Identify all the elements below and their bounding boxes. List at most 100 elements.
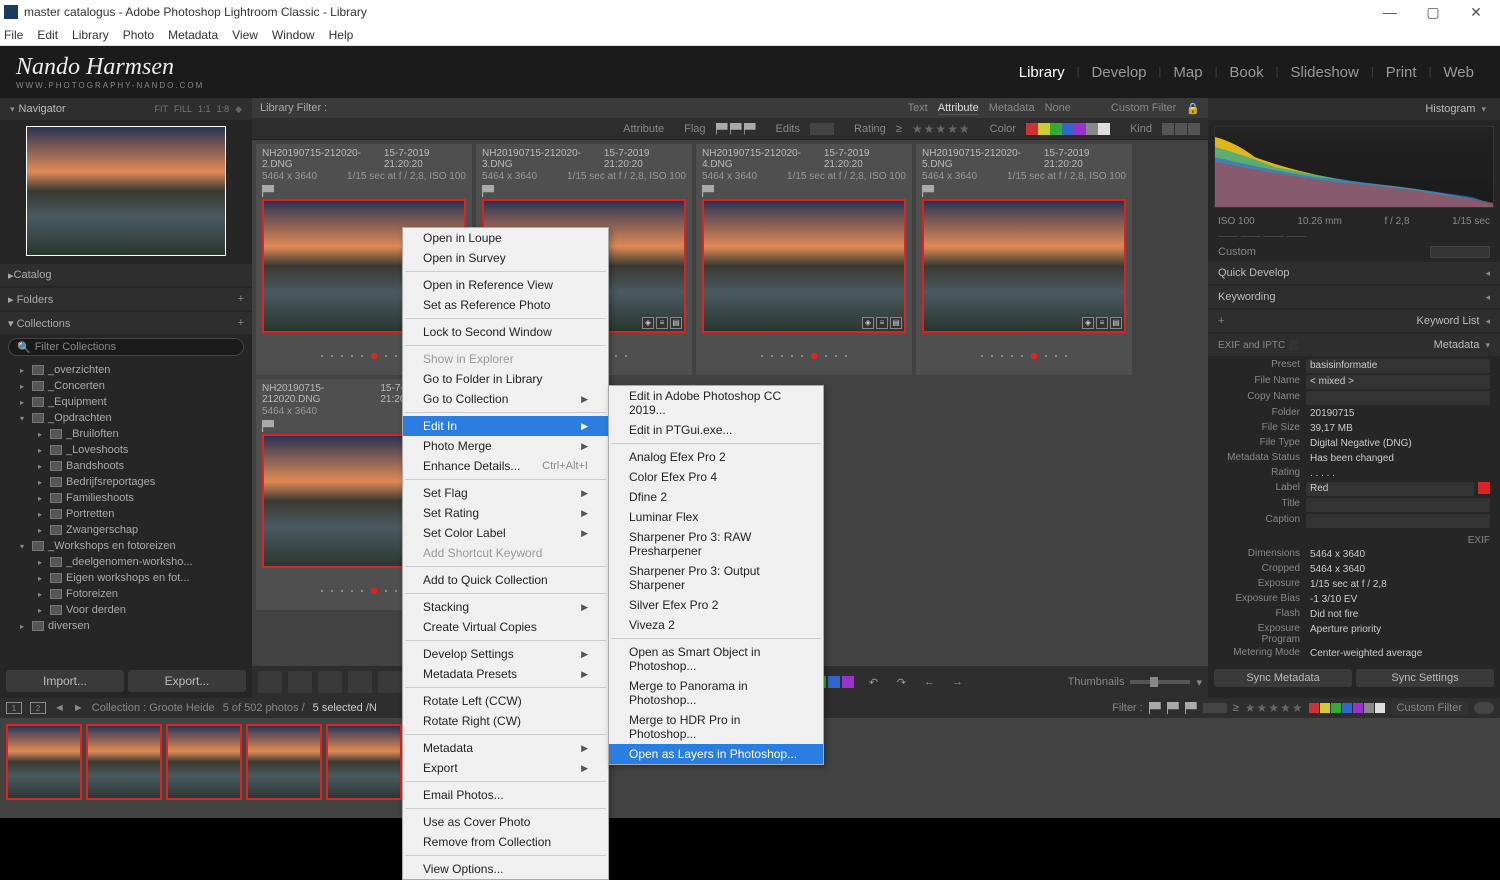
submenu-item[interactable]: Dfine 2 bbox=[609, 487, 823, 507]
quick-develop-preset[interactable]: Custom bbox=[1218, 246, 1256, 258]
custom-filter-dropdown[interactable]: Custom Filter bbox=[1111, 102, 1176, 114]
kind-icons[interactable] bbox=[1162, 123, 1200, 135]
collection-item[interactable]: _overzichten bbox=[0, 362, 252, 378]
collection-item[interactable]: Portretten bbox=[0, 506, 252, 522]
menu-item[interactable]: Remove from Collection bbox=[403, 832, 608, 852]
filmstrip-thumb[interactable] bbox=[246, 724, 322, 800]
menu-item[interactable]: View Options... bbox=[403, 859, 608, 879]
keyword-list-header[interactable]: Keyword List bbox=[1416, 315, 1479, 327]
menu-item[interactable]: Develop Settings▶ bbox=[403, 644, 608, 664]
add-keyword-icon[interactable]: + bbox=[1218, 315, 1224, 327]
menu-item[interactable]: Metadata▶ bbox=[403, 738, 608, 758]
submenu-item[interactable]: Color Efex Pro 4 bbox=[609, 467, 823, 487]
collection-item[interactable]: Eigen workshops en fot... bbox=[0, 570, 252, 586]
loupe-view-icon[interactable] bbox=[288, 671, 312, 693]
menu-item[interactable]: Set Flag▶ bbox=[403, 483, 608, 503]
menu-item[interactable]: Open in Survey bbox=[403, 248, 608, 268]
submenu-item[interactable]: Sharpener Pro 3: Output Sharpener bbox=[609, 561, 823, 595]
compare-view-icon[interactable] bbox=[318, 671, 342, 693]
minimize-icon[interactable]: — bbox=[1370, 4, 1410, 20]
next-icon[interactable]: → bbox=[948, 673, 966, 691]
menu-item[interactable]: Email Photos... bbox=[403, 785, 608, 805]
module-book[interactable]: Book bbox=[1219, 64, 1273, 81]
grid-view-icon[interactable] bbox=[258, 671, 282, 693]
close-icon[interactable]: ✕ bbox=[1456, 4, 1496, 21]
submenu-item[interactable]: Luminar Flex bbox=[609, 507, 823, 527]
filter-collections-input[interactable]: 🔍Filter Collections bbox=[8, 338, 244, 356]
secondary-monitor-icon[interactable]: 2 bbox=[30, 702, 46, 714]
breadcrumb[interactable]: Collection : Groote Heide bbox=[92, 702, 215, 714]
menu-item[interactable]: Show in Explorer bbox=[403, 349, 608, 369]
submenu-item[interactable]: Edit in Adobe Photoshop CC 2019... bbox=[609, 386, 823, 420]
menu-view[interactable]: View bbox=[232, 28, 258, 42]
filter-tab-none[interactable]: None bbox=[1045, 102, 1071, 114]
collections-header[interactable]: ▾ Collections+ bbox=[0, 312, 252, 334]
menu-item[interactable]: Enhance Details...Ctrl+Alt+I bbox=[403, 456, 608, 476]
flag-reject-icon[interactable] bbox=[744, 123, 756, 135]
filmstrip-thumb[interactable] bbox=[6, 724, 82, 800]
menu-file[interactable]: File bbox=[4, 28, 23, 42]
submenu-item[interactable]: Viveza 2 bbox=[609, 615, 823, 635]
menu-window[interactable]: Window bbox=[272, 28, 315, 42]
menu-item[interactable]: Add to Quick Collection bbox=[403, 570, 608, 590]
collection-item[interactable]: Zwangerschap bbox=[0, 522, 252, 538]
metadata-header[interactable]: Metadata bbox=[1434, 339, 1480, 351]
menu-item[interactable]: Export▶ bbox=[403, 758, 608, 778]
menu-item[interactable]: Metadata Presets▶ bbox=[403, 664, 608, 684]
histogram-header[interactable]: Histogram bbox=[1425, 103, 1475, 115]
menu-photo[interactable]: Photo bbox=[123, 28, 154, 42]
fs-filter-toggle-icon[interactable] bbox=[1474, 702, 1494, 714]
menu-item[interactable]: Open in Reference View bbox=[403, 275, 608, 295]
submenu-item[interactable]: Merge to HDR Pro in Photoshop... bbox=[609, 710, 823, 744]
menu-item[interactable]: Set Color Label▶ bbox=[403, 523, 608, 543]
submenu-item[interactable]: Edit in PTGui.exe... bbox=[609, 420, 823, 440]
collection-item[interactable]: _deelgenomen-worksho... bbox=[0, 554, 252, 570]
collection-item[interactable]: _Bruiloften bbox=[0, 426, 252, 442]
menu-item[interactable]: Rotate Left (CCW) bbox=[403, 691, 608, 711]
submenu-item[interactable]: Silver Efex Pro 2 bbox=[609, 595, 823, 615]
menu-item[interactable]: Add Shortcut Keyword bbox=[403, 543, 608, 563]
edits-icon[interactable] bbox=[810, 123, 834, 135]
export-button[interactable]: Export... bbox=[128, 670, 246, 692]
import-button[interactable]: Import... bbox=[6, 670, 124, 692]
submenu-item[interactable]: Open as Smart Object in Photoshop... bbox=[609, 642, 823, 676]
nav-zoom-fit[interactable]: FIT bbox=[155, 104, 169, 115]
prev-icon[interactable]: ← bbox=[920, 673, 938, 691]
collection-item[interactable]: _Concerten bbox=[0, 378, 252, 394]
sync-settings-button[interactable]: Sync Settings bbox=[1356, 669, 1494, 687]
survey-view-icon[interactable] bbox=[348, 671, 372, 693]
module-develop[interactable]: Develop bbox=[1081, 64, 1156, 81]
rating-stars[interactable]: ★★★★★ bbox=[912, 122, 970, 136]
menu-metadata[interactable]: Metadata bbox=[168, 28, 218, 42]
folders-header[interactable]: ▸ Folders+ bbox=[0, 288, 252, 310]
preset-field[interactable]: basisinformatie bbox=[1306, 359, 1490, 373]
quick-develop-header[interactable]: Quick Develop bbox=[1218, 267, 1290, 279]
nav-zoom-fill[interactable]: FILL bbox=[174, 104, 192, 115]
collection-item[interactable]: _Opdrachten bbox=[0, 410, 252, 426]
collection-item[interactable]: _Equipment bbox=[0, 394, 252, 410]
module-print[interactable]: Print bbox=[1376, 64, 1427, 81]
filmstrip-thumb[interactable] bbox=[166, 724, 242, 800]
menu-library[interactable]: Library bbox=[72, 28, 109, 42]
forward-icon[interactable]: ► bbox=[73, 702, 84, 714]
submenu-item[interactable]: Analog Efex Pro 2 bbox=[609, 447, 823, 467]
menu-item[interactable]: Go to Folder in Library bbox=[403, 369, 608, 389]
collection-item[interactable]: _Loveshoots bbox=[0, 442, 252, 458]
menu-item[interactable]: Open in Loupe bbox=[403, 228, 608, 248]
collection-item[interactable]: Bedrijfsreportages bbox=[0, 474, 252, 490]
submenu-item[interactable]: Sharpener Pro 3: RAW Presharpener bbox=[609, 527, 823, 561]
filter-tab-metadata[interactable]: Metadata bbox=[989, 102, 1035, 114]
lock-icon[interactable]: 🔒 bbox=[1186, 102, 1200, 115]
menu-item[interactable]: Use as Cover Photo bbox=[403, 812, 608, 832]
menu-item[interactable]: Go to Collection▶ bbox=[403, 389, 608, 409]
people-view-icon[interactable] bbox=[378, 671, 402, 693]
submenu-item[interactable]: Merge to Panorama in Photoshop... bbox=[609, 676, 823, 710]
grid-cell[interactable]: NH20190715-212020-4.DNG15-7-2019 21:20:2… bbox=[696, 144, 912, 375]
module-web[interactable]: Web bbox=[1433, 64, 1484, 81]
back-icon[interactable]: ◄ bbox=[54, 702, 65, 714]
navigator-thumbnail[interactable] bbox=[26, 126, 226, 256]
menu-help[interactable]: Help bbox=[329, 28, 354, 42]
color-swatches[interactable] bbox=[1026, 123, 1110, 135]
nav-zoom-1:1[interactable]: 1:1 bbox=[198, 104, 211, 115]
metadata-set-dropdown[interactable]: EXIF and IPTC bbox=[1218, 340, 1285, 351]
